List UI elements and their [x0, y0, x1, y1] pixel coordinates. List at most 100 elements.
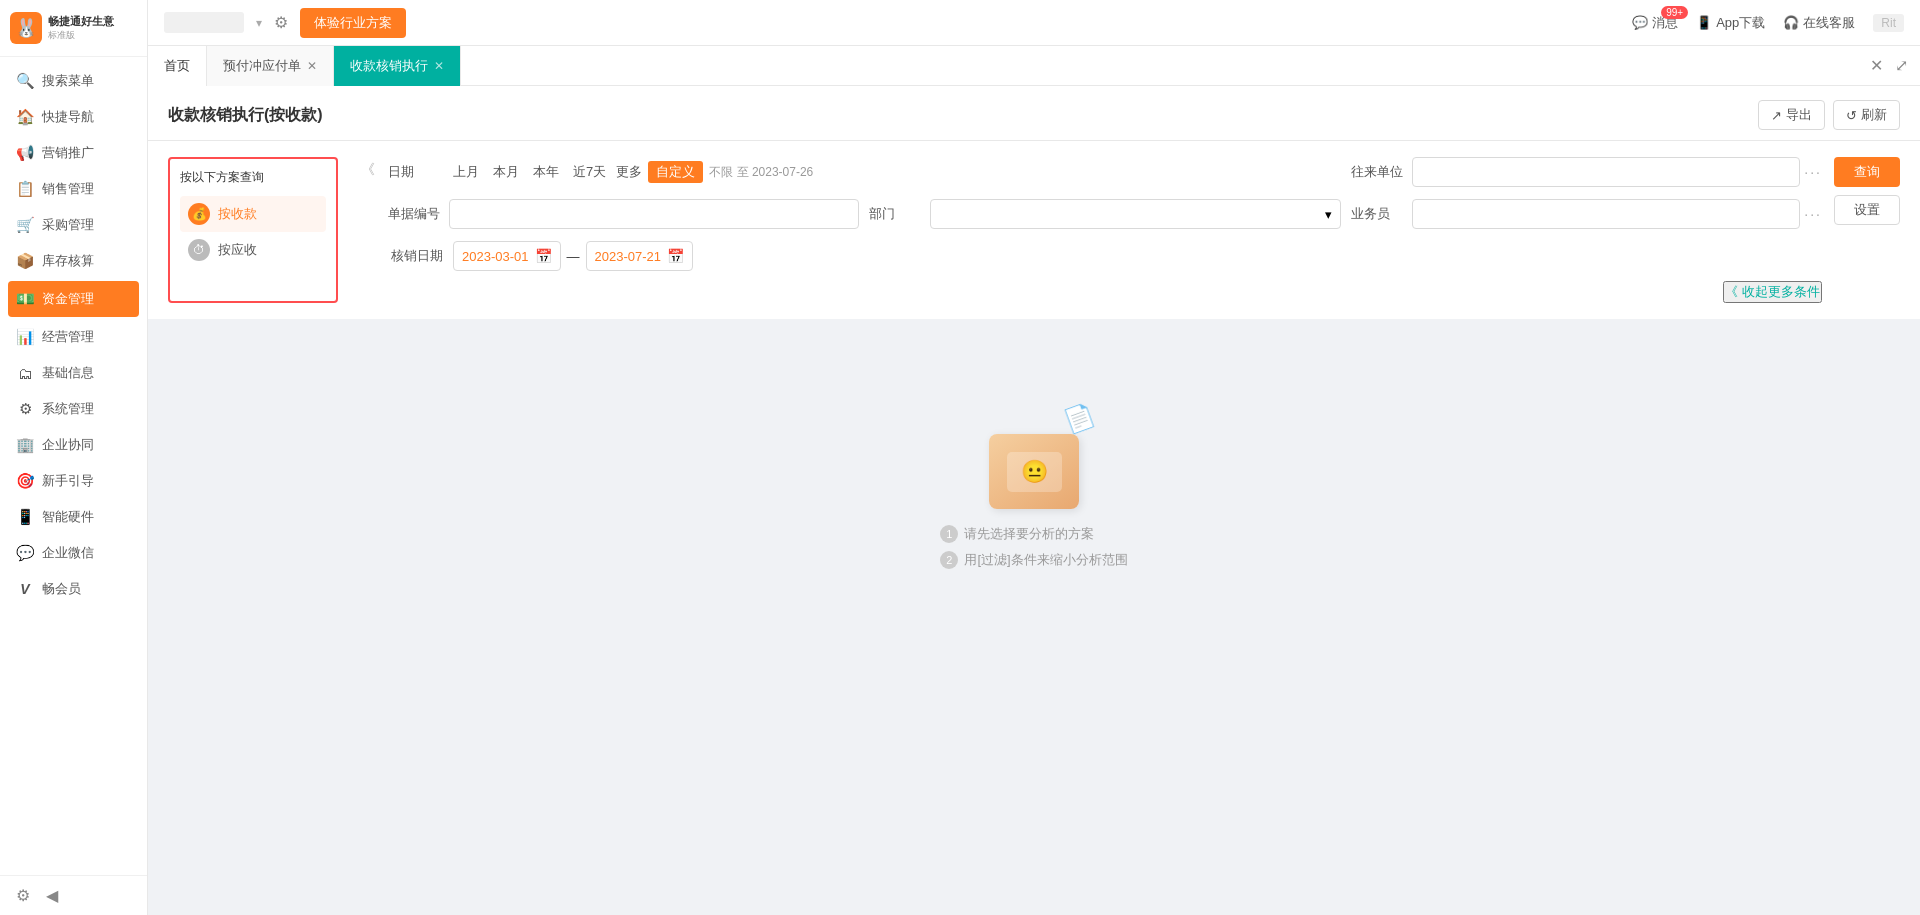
sidebar-item-system[interactable]: ⚙ 系统管理 — [0, 391, 147, 427]
sidebar-item-label: 营销推广 — [42, 144, 94, 162]
writeoff-date-start-text: 2023-03-01 — [462, 249, 529, 264]
settings-button[interactable]: 设置 — [1834, 195, 1900, 225]
sidebar-item-label: 资金管理 — [42, 290, 94, 308]
message-button[interactable]: 💬 消息 99+ — [1632, 14, 1678, 32]
collapse-filter-button[interactable]: 《 — [358, 157, 378, 179]
sidebar-item-purchase[interactable]: 🛒 采购管理 — [0, 207, 147, 243]
sidebar-item-label: 快捷导航 — [42, 108, 94, 126]
finance-icon: 💵 — [16, 290, 34, 308]
tabbar-actions: ✕ ⤢ — [1866, 52, 1920, 79]
online-service-button[interactable]: 🎧 在线客服 — [1783, 14, 1855, 32]
sidebar-item-search-menu[interactable]: 🔍 搜索菜单 — [0, 63, 147, 99]
filter-option-by-receivable[interactable]: ⏱ 按应收 — [180, 232, 326, 268]
sidebar: 🐰 畅捷通好生意 标准版 🔍 搜索菜单 🏠 快捷导航 📢 营销推广 📋 销售管理… — [0, 0, 148, 915]
export-button[interactable]: ↗ 导出 — [1758, 100, 1825, 130]
counterparty-more-icon[interactable]: ··· — [1804, 164, 1822, 180]
export-icon: ↗ — [1771, 108, 1782, 123]
sidebar-nav: 🔍 搜索菜单 🏠 快捷导航 📢 营销推广 📋 销售管理 🛒 采购管理 📦 库存核… — [0, 57, 147, 875]
refresh-button[interactable]: ↺ 刷新 — [1833, 100, 1900, 130]
date-custom-tag[interactable]: 自定义 — [648, 161, 703, 183]
query-button[interactable]: 查询 — [1834, 157, 1900, 187]
writeoff-date-end-input[interactable]: 2023-07-21 📅 — [586, 241, 694, 271]
refresh-icon: ↺ — [1846, 108, 1857, 123]
staff-more-icon[interactable]: ··· — [1804, 206, 1822, 222]
sidebar-item-member[interactable]: V 畅会员 — [0, 571, 147, 607]
page: 收款核销执行(按收款) ↗ 导出 ↺ 刷新 按以下方案查询 💰 按收款 — [148, 86, 1920, 915]
main-area: ▾ ⚙ 体验行业方案 💬 消息 99+ 📱 App下载 🎧 在线客服 Rit 首… — [148, 0, 1920, 915]
dropdown-arrow-icon[interactable]: ▾ — [256, 16, 262, 30]
chevron-left-icon: 《 — [361, 161, 375, 179]
message-badge: 99+ — [1661, 6, 1688, 19]
empty-hint-1: 1 请先选择要分析的方案 — [940, 525, 1127, 543]
sidebar-item-inventory[interactable]: 📦 库存核算 — [0, 243, 147, 279]
voucher-type-row — [148, 309, 1920, 319]
tab-receipt-close-icon[interactable]: ✕ — [434, 59, 444, 73]
writeoff-date-start-input[interactable]: 2023-03-01 📅 — [453, 241, 561, 271]
sidebar-item-label: 销售管理 — [42, 180, 94, 198]
date-filter-item: 日期 上月 本月 本年 近7天 更多 自定义 不限 至 2023-07-26 — [388, 161, 1341, 183]
box-icon: 📦 — [16, 252, 34, 270]
sidebar-item-finance[interactable]: 💵 资金管理 — [8, 281, 139, 317]
enterprise-icon: 🏢 — [16, 436, 34, 454]
tab-prepay-close-icon[interactable]: ✕ — [307, 59, 317, 73]
page-header: 收款核销执行(按收款) ↗ 导出 ↺ 刷新 — [148, 86, 1920, 141]
close-tab-icon[interactable]: ✕ — [1866, 52, 1887, 79]
sidebar-item-label: 企业微信 — [42, 544, 94, 562]
filter-footer: 《 收起更多条件 — [388, 281, 1822, 303]
tabbar: 首页 预付冲应付单 ✕ 收款核销执行 ✕ ✕ ⤢ — [148, 46, 1920, 86]
date-more-link[interactable]: 更多 — [616, 163, 642, 181]
empty-hint-2: 2 用[过滤]条件来缩小分析范围 — [940, 551, 1127, 569]
dept-select[interactable]: ▾ — [930, 199, 1340, 229]
date-this-month[interactable]: 本月 — [489, 161, 523, 183]
sidebar-item-sales[interactable]: 📋 销售管理 — [0, 171, 147, 207]
date-this-year[interactable]: 本年 — [529, 161, 563, 183]
counterparty-control: ··· — [1412, 157, 1822, 187]
query-settings-panel: 查询 设置 — [1834, 157, 1900, 225]
receivable-filter-icon: ⏱ — [188, 239, 210, 261]
app-download-button[interactable]: 📱 App下载 — [1696, 14, 1765, 32]
staff-control: ··· — [1412, 199, 1822, 229]
filter-form: 日期 上月 本月 本年 近7天 更多 自定义 不限 至 2023-07-26 — [388, 157, 1822, 303]
filter-option-by-receipt[interactable]: 💰 按收款 — [180, 196, 326, 232]
date-control: 上月 本月 本年 近7天 更多 自定义 不限 至 2023-07-26 — [449, 161, 1341, 183]
empty-text: 1 请先选择要分析的方案 2 用[过滤]条件来缩小分析范围 — [940, 525, 1127, 569]
sidebar-item-hardware[interactable]: 📱 智能硬件 — [0, 499, 147, 535]
sidebar-item-enterprise[interactable]: 🏢 企业协同 — [0, 427, 147, 463]
staff-label: 业务员 — [1351, 205, 1406, 223]
industry-solution-button[interactable]: 体验行业方案 — [300, 8, 406, 38]
username-display: Rit — [1873, 14, 1904, 32]
sidebar-item-quick-nav[interactable]: 🏠 快捷导航 — [0, 99, 147, 135]
date-7days[interactable]: 近7天 — [569, 161, 610, 183]
sidebar-item-basic-info[interactable]: 🗂 基础信息 — [0, 355, 147, 391]
staff-input[interactable] — [1412, 199, 1801, 229]
tab-home[interactable]: 首页 — [148, 46, 207, 86]
receipt-filter-icon: 💰 — [188, 203, 210, 225]
date-last-month[interactable]: 上月 — [449, 161, 483, 183]
counterparty-input[interactable] — [1412, 157, 1801, 187]
page-title: 收款核销执行(按收款) — [168, 105, 323, 126]
sidebar-item-label: 系统管理 — [42, 400, 94, 418]
voucher-no-filter-item: 单据编号 — [388, 199, 859, 229]
tab-prepay[interactable]: 预付冲应付单 ✕ — [207, 46, 334, 86]
tab-receipt[interactable]: 收款核销执行 ✕ — [334, 46, 461, 86]
filter-row-1: 日期 上月 本月 本年 近7天 更多 自定义 不限 至 2023-07-26 — [388, 157, 1822, 187]
megaphone-icon: 📢 — [16, 144, 34, 162]
sidebar-item-label: 企业协同 — [42, 436, 94, 454]
sidebar-item-wechat[interactable]: 💬 企业微信 — [0, 535, 147, 571]
filter-area: 按以下方案查询 💰 按收款 ⏱ 按应收 《 — [148, 141, 1920, 319]
logo-text-block: 畅捷通好生意 标准版 — [48, 14, 114, 41]
voucher-no-input[interactable] — [449, 199, 859, 229]
gear-icon[interactable]: ⚙ — [274, 13, 288, 32]
sidebar-item-marketing[interactable]: 📢 营销推广 — [0, 135, 147, 171]
settings-icon[interactable]: ⚙ — [16, 886, 30, 905]
expand-icon[interactable]: ⤢ — [1891, 52, 1912, 79]
sidebar-item-label: 畅会员 — [42, 580, 81, 598]
sidebar-item-guide[interactable]: 🎯 新手引导 — [0, 463, 147, 499]
tab-receipt-label: 收款核销执行 — [350, 57, 428, 75]
empty-state: 😐 📄 1 请先选择要分析的方案 2 用[过滤]条件来缩小分析范围 — [148, 319, 1920, 649]
date-no-limit-text: 不限 至 2023-07-26 — [709, 164, 813, 181]
sidebar-item-business[interactable]: 📊 经营管理 — [0, 319, 147, 355]
collapse-sidebar-icon[interactable]: ◀ — [46, 886, 58, 905]
collapse-more-button[interactable]: 《 收起更多条件 — [1723, 281, 1822, 303]
writeoff-date-range: 2023-03-01 📅 — 2023-07-21 📅 — [453, 241, 693, 271]
